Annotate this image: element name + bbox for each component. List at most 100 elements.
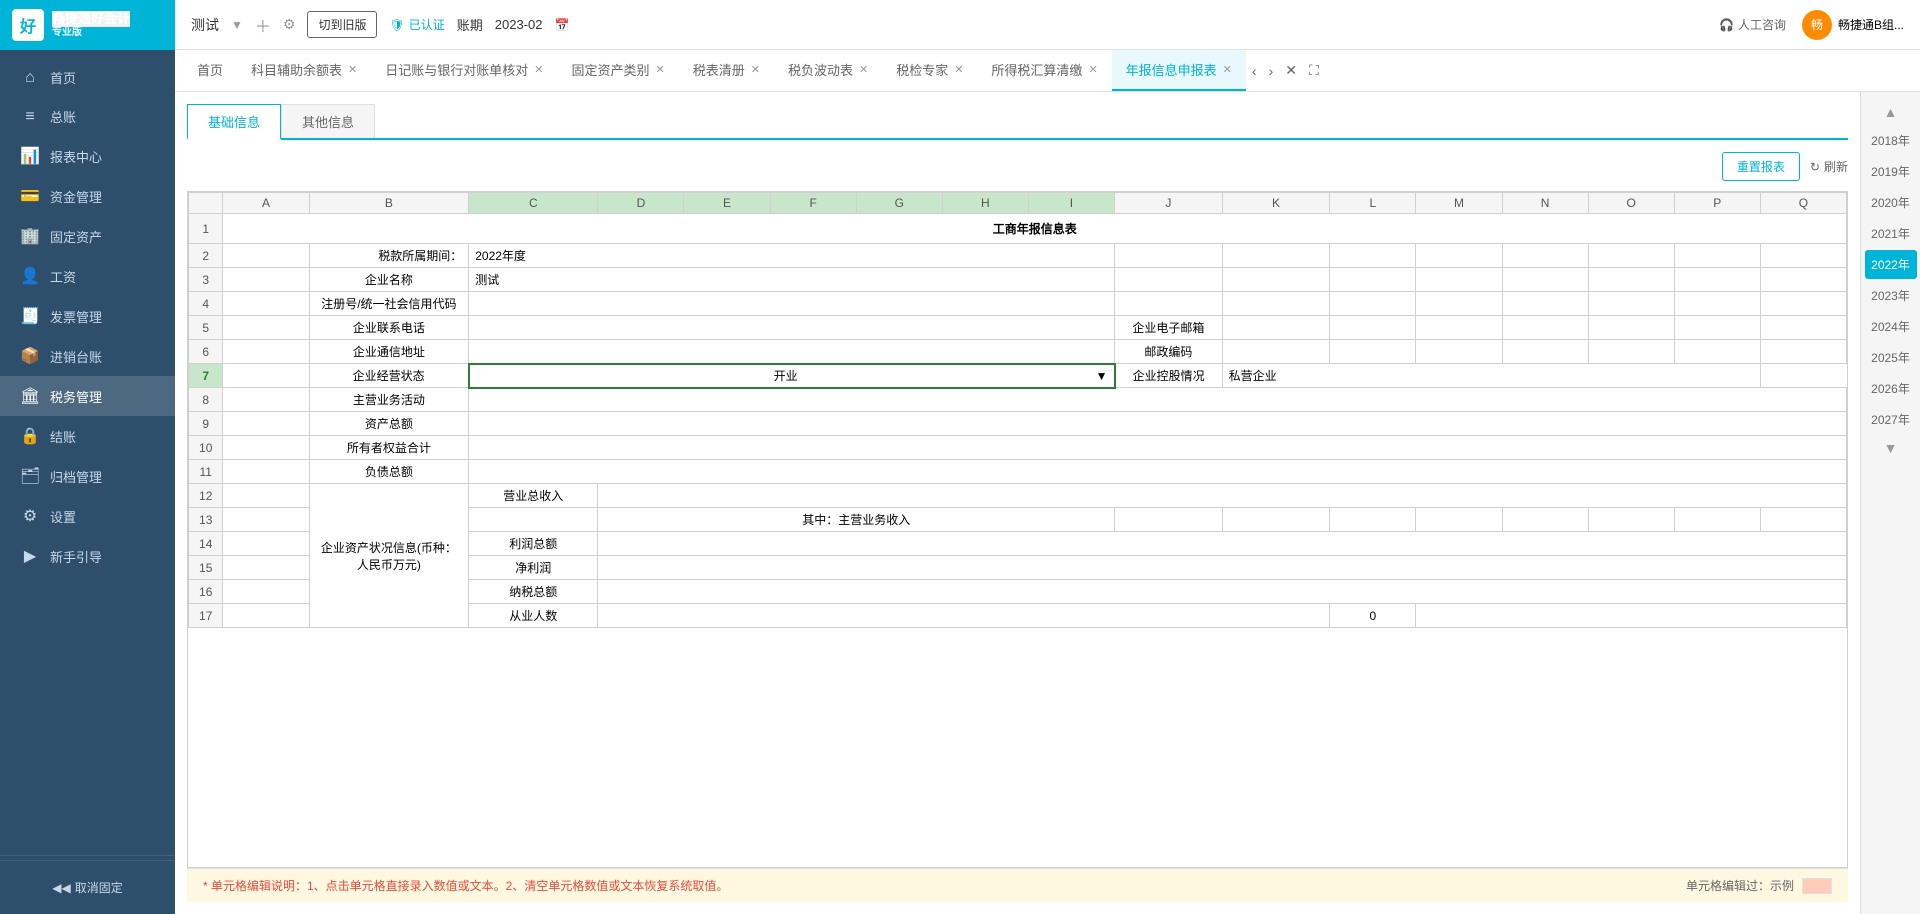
cell-13-K[interactable]	[1222, 508, 1330, 532]
cell-4-L[interactable]	[1330, 292, 1416, 316]
cell-13-C[interactable]	[469, 508, 598, 532]
tab-close-aux[interactable]: ✕	[348, 63, 357, 76]
cell-3-O[interactable]	[1588, 268, 1674, 292]
cell-13-P[interactable]	[1674, 508, 1760, 532]
tab-close-income[interactable]: ✕	[1088, 63, 1097, 76]
cell-13-J[interactable]	[1115, 508, 1223, 532]
settings-icon[interactable]: ⚙	[283, 16, 296, 33]
add-button[interactable]: ＋	[255, 13, 271, 37]
cell-3-N[interactable]	[1502, 268, 1588, 292]
cell-6-P[interactable]	[1674, 340, 1760, 364]
cell-17-C[interactable]	[598, 604, 1330, 628]
tab-close-taxform[interactable]: ✕	[751, 63, 760, 76]
col-header-J[interactable]: J	[1115, 193, 1223, 214]
cell-4-O[interactable]	[1588, 292, 1674, 316]
sidebar-item-archive[interactable]: 🗂归档管理	[0, 456, 175, 496]
sidebar-item-close[interactable]: 🔒结账	[0, 416, 175, 456]
tab-fixed[interactable]: 固定资产类别✕	[557, 50, 678, 91]
cell-13-Q[interactable]	[1760, 508, 1846, 532]
col-header-M[interactable]: M	[1416, 193, 1502, 214]
cell-2-K[interactable]	[1222, 244, 1330, 268]
cell-16-A[interactable]	[223, 580, 309, 604]
cell-2-L[interactable]	[1330, 244, 1416, 268]
refresh-button[interactable]: ↻ 刷新	[1810, 158, 1848, 175]
cell-14-A[interactable]	[223, 532, 309, 556]
col-header-P[interactable]: P	[1674, 193, 1760, 214]
calendar-icon[interactable]: 📅	[554, 18, 569, 32]
cell-4-A[interactable]	[223, 292, 309, 316]
switch-old-button[interactable]: 切到旧版	[307, 11, 377, 38]
cell-3-J[interactable]	[1115, 268, 1223, 292]
sidebar-item-invoice[interactable]: 🧾发票管理	[0, 296, 175, 336]
cell-5-O[interactable]	[1588, 316, 1674, 340]
year-item-2023[interactable]: 2023年	[1865, 281, 1917, 310]
year-down-button[interactable]: ▼	[1880, 436, 1902, 460]
year-item-2027[interactable]: 2027年	[1865, 405, 1917, 434]
col-header-B[interactable]: B	[309, 193, 469, 214]
cell-4-C[interactable]	[469, 292, 1115, 316]
tab-income[interactable]: 所得税汇算清缴✕	[977, 50, 1111, 91]
cell-17-A[interactable]	[223, 604, 309, 628]
cell-2-A[interactable]	[223, 244, 309, 268]
cell-7-A[interactable]	[223, 364, 309, 388]
cell-17-B[interactable]: 从业人数	[469, 604, 598, 628]
year-item-2021[interactable]: 2021年	[1865, 219, 1917, 248]
cell-12-A[interactable]	[223, 484, 309, 508]
col-header-K[interactable]: K	[1222, 193, 1330, 214]
sidebar-item-wage[interactable]: 👤工资	[0, 256, 175, 296]
col-header-O[interactable]: O	[1588, 193, 1674, 214]
sidebar-item-asset[interactable]: 🏢固定资产	[0, 216, 175, 256]
cell-6-M[interactable]	[1416, 340, 1502, 364]
cell-16-D[interactable]	[598, 580, 1847, 604]
sidebar-item-guide[interactable]: ▶新手引导	[0, 536, 175, 576]
tab-journal[interactable]: 日记账与银行对账单核对✕	[371, 50, 557, 91]
cell-6-J[interactable]: 邮政编码	[1115, 340, 1223, 364]
cell-10-B[interactable]: 所有者权益合计	[309, 436, 469, 460]
tab-close-taxcheck[interactable]: ✕	[954, 63, 963, 76]
cell-5-Q[interactable]	[1760, 316, 1846, 340]
cell-7-K[interactable]: 私营企业	[1222, 364, 1760, 388]
cell-5-P[interactable]	[1674, 316, 1760, 340]
tab-aux[interactable]: 科目辅助余额表✕	[237, 50, 371, 91]
cell-9-C[interactable]	[469, 412, 1847, 436]
year-item-2018[interactable]: 2018年	[1865, 126, 1917, 155]
tab-close-journal[interactable]: ✕	[534, 63, 543, 76]
cell-17-K[interactable]: 0	[1330, 604, 1416, 628]
cell-2-M[interactable]	[1416, 244, 1502, 268]
cell-3-C[interactable]: 测试	[469, 268, 1115, 292]
cell-2-P[interactable]	[1674, 244, 1760, 268]
cell-14-D[interactable]	[598, 532, 1847, 556]
year-item-2020[interactable]: 2020年	[1865, 188, 1917, 217]
col-header-H[interactable]: H	[942, 193, 1028, 214]
cell-11-C[interactable]	[469, 460, 1847, 484]
cell-6-N[interactable]	[1502, 340, 1588, 364]
cell-5-L[interactable]	[1330, 316, 1416, 340]
cell-10-A[interactable]	[223, 436, 309, 460]
year-item-2019[interactable]: 2019年	[1865, 157, 1917, 186]
user-menu[interactable]: 畅 畅捷通B组...	[1802, 10, 1904, 40]
cell-15-D[interactable]	[598, 556, 1847, 580]
cell-9-B[interactable]: 资产总额	[309, 412, 469, 436]
cell-8-A[interactable]	[223, 388, 309, 412]
cell-2-J[interactable]	[1115, 244, 1223, 268]
cell-15-C[interactable]: 净利润	[469, 556, 598, 580]
cell-3-Q[interactable]	[1760, 268, 1846, 292]
cell-13-M[interactable]	[1416, 508, 1502, 532]
collapse-button[interactable]: ◀◀ 取消固定	[0, 871, 175, 904]
cell-5-A[interactable]	[223, 316, 309, 340]
tab-next-button[interactable]: ›	[1263, 63, 1280, 79]
cell-2-N[interactable]	[1502, 244, 1588, 268]
col-header-E[interactable]: E	[684, 193, 770, 214]
cell-3-A[interactable]	[223, 268, 309, 292]
cell-16-C[interactable]: 纳税总额	[469, 580, 598, 604]
cell-12-C[interactable]: 营业总收入	[469, 484, 598, 508]
tab-close-all-button[interactable]: ✕	[1279, 62, 1303, 79]
sidebar-item-ledger[interactable]: ≡总账	[0, 97, 175, 136]
cell-6-A[interactable]	[223, 340, 309, 364]
tab-close-fixed[interactable]: ✕	[656, 63, 665, 76]
cell-4-M[interactable]	[1416, 292, 1502, 316]
cell-3-B[interactable]: 企业名称	[309, 268, 469, 292]
cell-15-A[interactable]	[223, 556, 309, 580]
cell-13-D[interactable]: 其中：主营业务收入	[598, 508, 1115, 532]
year-item-2026[interactable]: 2026年	[1865, 374, 1917, 403]
